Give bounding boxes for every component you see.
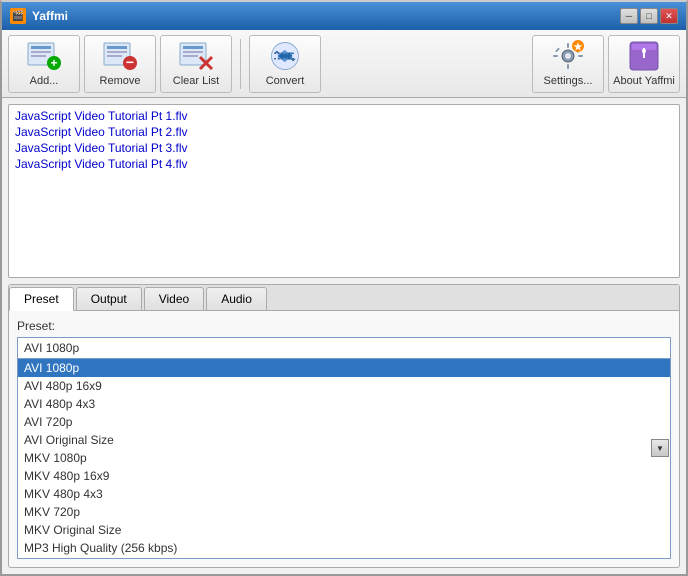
settings-icon: ★ bbox=[550, 40, 586, 72]
about-icon: i bbox=[626, 40, 662, 72]
dropdown-item[interactable]: MP3 High Quality (256 kbps) bbox=[18, 539, 670, 557]
add-icon-area: + bbox=[26, 40, 62, 72]
convert-icon bbox=[267, 39, 303, 73]
list-item: JavaScript Video Tutorial Pt 2.flv bbox=[12, 124, 676, 140]
preset-selected-value: AVI 1080p bbox=[24, 341, 79, 355]
remove-button[interactable]: − Remove bbox=[84, 35, 156, 93]
tab-audio[interactable]: Audio bbox=[206, 287, 267, 310]
title-buttons: ─ □ ✕ bbox=[620, 8, 678, 24]
about-button[interactable]: i About Yaffmi bbox=[608, 35, 680, 93]
dropdown-item[interactable]: AVI 1080p bbox=[18, 359, 670, 377]
remove-label: Remove bbox=[100, 75, 141, 87]
app-icon: 🎬 bbox=[10, 8, 26, 24]
window-title: Yaffmi bbox=[32, 9, 68, 23]
preset-label: Preset: bbox=[17, 319, 671, 333]
clear-list-icon bbox=[178, 41, 214, 71]
main-content: JavaScript Video Tutorial Pt 1.flv JavaS… bbox=[2, 98, 686, 574]
tab-preset[interactable]: Preset bbox=[9, 287, 74, 311]
tab-bar: Preset Output Video Audio bbox=[9, 285, 679, 311]
list-item: JavaScript Video Tutorial Pt 1.flv bbox=[12, 108, 676, 124]
settings-icon-area: ★ bbox=[550, 40, 586, 72]
preset-panel: Preset Output Video Audio Preset: AVI 10… bbox=[8, 284, 680, 568]
preset-dropdown-wrapper: AVI 1080p ▼ AVI 1080p AVI 480p 16x9 AVI … bbox=[17, 337, 671, 559]
svg-text:−: − bbox=[126, 54, 134, 70]
preset-content: Preset: AVI 1080p ▼ AVI 1080p AVI 480p 1… bbox=[9, 311, 679, 567]
minimize-button[interactable]: ─ bbox=[620, 8, 638, 24]
dropdown-item[interactable]: AVI 480p 4x3 bbox=[18, 395, 670, 413]
dropdown-item[interactable]: MKV Original Size bbox=[18, 521, 670, 539]
about-label: About Yaffmi bbox=[613, 75, 675, 87]
about-icon-area: i bbox=[626, 40, 662, 72]
remove-icon-area: − bbox=[102, 40, 138, 72]
dropdown-item[interactable]: MP3 Low Quality (64 kbps) bbox=[18, 557, 670, 559]
add-label: Add... bbox=[30, 75, 59, 87]
convert-button[interactable]: Convert bbox=[249, 35, 321, 93]
tab-video[interactable]: Video bbox=[144, 287, 204, 310]
svg-text:+: + bbox=[50, 56, 57, 70]
clear-list-icon-area bbox=[178, 40, 214, 72]
dropdown-item[interactable]: MKV 720p bbox=[18, 503, 670, 521]
toolbar: + Add... − Remove bbox=[2, 30, 686, 98]
settings-button[interactable]: ★ Settings... bbox=[532, 35, 604, 93]
dropdown-list[interactable]: AVI 1080p AVI 480p 16x9 AVI 480p 4x3 AVI… bbox=[17, 359, 671, 559]
maximize-button[interactable]: □ bbox=[640, 8, 658, 24]
separator-1 bbox=[240, 39, 241, 89]
main-window: 🎬 Yaffmi ─ □ ✕ + Add... bbox=[0, 0, 688, 576]
file-list-container[interactable]: JavaScript Video Tutorial Pt 1.flv JavaS… bbox=[8, 104, 680, 278]
list-item: JavaScript Video Tutorial Pt 4.flv bbox=[12, 156, 676, 172]
tab-output[interactable]: Output bbox=[76, 287, 142, 310]
preset-dropdown-selected[interactable]: AVI 1080p ▼ bbox=[17, 337, 671, 359]
dropdown-item[interactable]: MKV 480p 16x9 bbox=[18, 467, 670, 485]
dropdown-item[interactable]: AVI 480p 16x9 bbox=[18, 377, 670, 395]
convert-label: Convert bbox=[266, 75, 305, 87]
title-bar-left: 🎬 Yaffmi bbox=[10, 8, 68, 24]
dropdown-item[interactable]: MKV 480p 4x3 bbox=[18, 485, 670, 503]
list-item: JavaScript Video Tutorial Pt 3.flv bbox=[12, 140, 676, 156]
dropdown-item[interactable]: AVI 720p bbox=[18, 413, 670, 431]
remove-icon: − bbox=[102, 41, 138, 71]
dropdown-item[interactable]: AVI Original Size bbox=[18, 431, 670, 449]
svg-text:★: ★ bbox=[574, 42, 583, 53]
clear-list-label: Clear List bbox=[173, 75, 219, 87]
close-button[interactable]: ✕ bbox=[660, 8, 678, 24]
add-icon: + bbox=[26, 41, 62, 71]
dropdown-item[interactable]: MKV 1080p bbox=[18, 449, 670, 467]
clear-list-button[interactable]: Clear List bbox=[160, 35, 232, 93]
dropdown-arrow-icon: ▼ bbox=[651, 439, 669, 457]
convert-icon-area bbox=[267, 40, 303, 72]
settings-label: Settings... bbox=[544, 75, 593, 87]
add-button[interactable]: + Add... bbox=[8, 35, 80, 93]
title-bar: 🎬 Yaffmi ─ □ ✕ bbox=[2, 2, 686, 30]
